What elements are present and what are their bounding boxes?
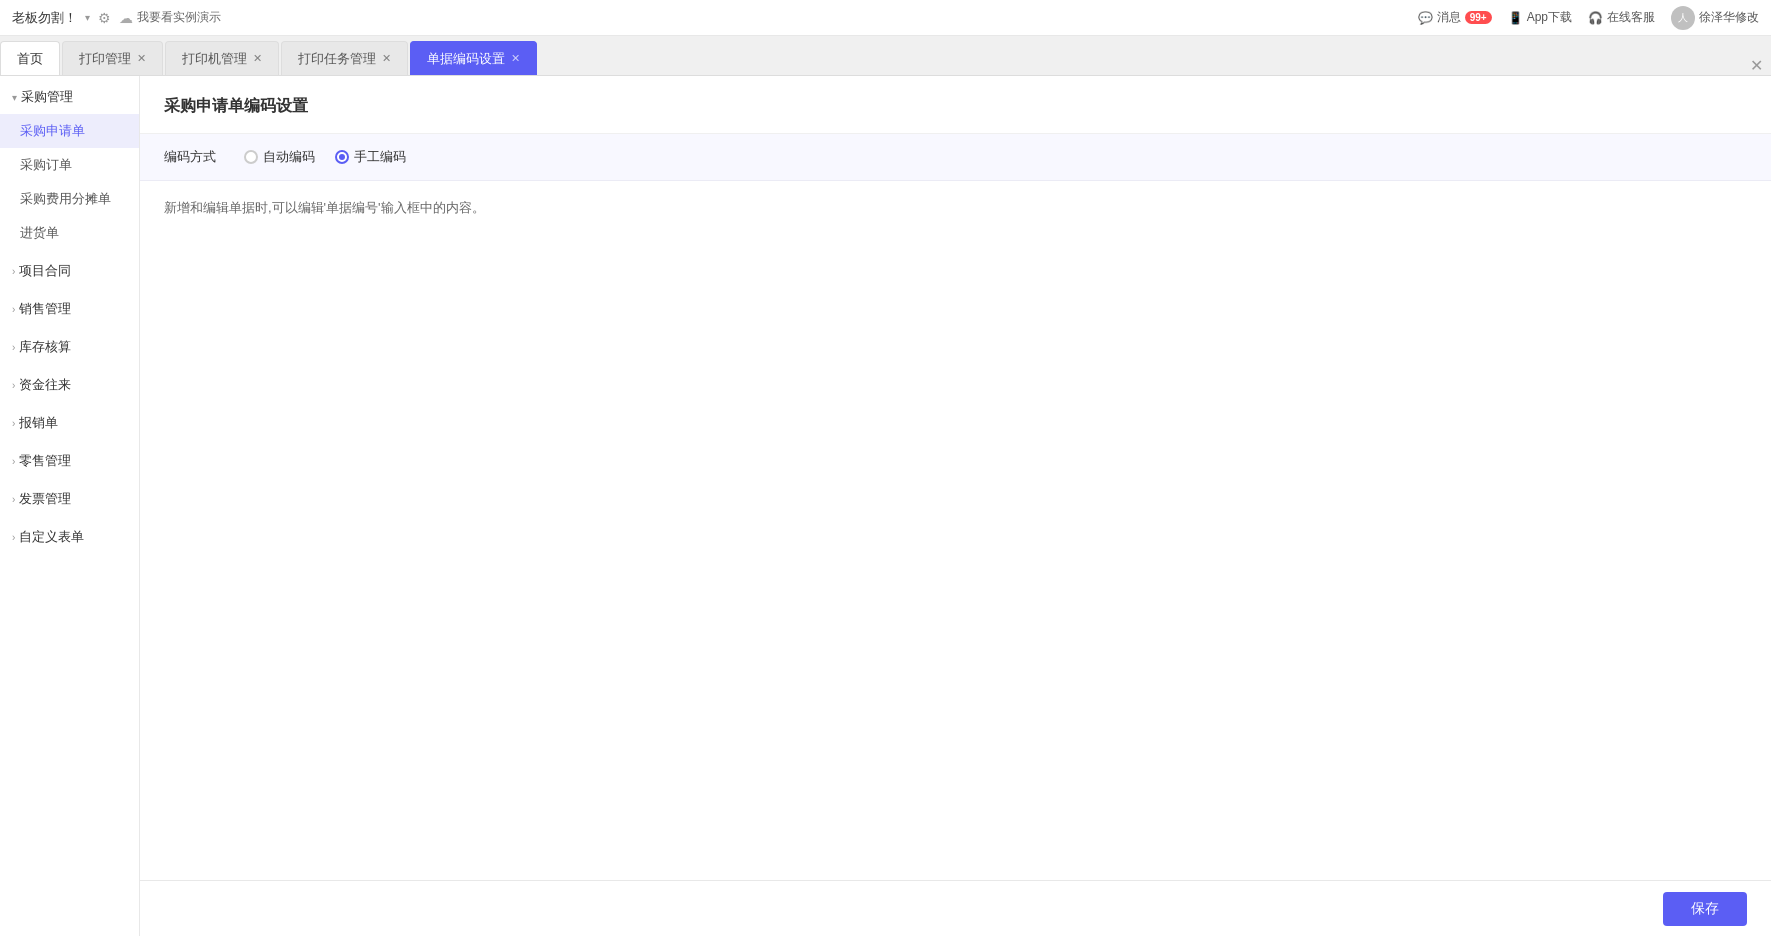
chevron-down-icon[interactable]: ▾ — [85, 12, 90, 23]
radio-group: 自动编码 手工编码 — [244, 148, 406, 166]
radio-auto-circle — [244, 150, 258, 164]
radio-auto-label: 自动编码 — [263, 148, 315, 166]
sidebar-item-purchase-request[interactable]: 采购申请单 — [0, 114, 139, 148]
content-header: 采购申请单编码设置 — [140, 76, 1771, 134]
chevron-icon-invoice: › — [12, 494, 15, 505]
sidebar-section-header-capital[interactable]: › 资金往来 — [0, 368, 139, 402]
chevron-icon-expense: › — [12, 418, 15, 429]
sidebar-section-label-invoice: 发票管理 — [19, 490, 71, 508]
encoding-label: 编码方式 — [164, 148, 224, 166]
chevron-icon-inventory: › — [12, 342, 15, 353]
radio-manual-option[interactable]: 手工编码 — [335, 148, 406, 166]
window-close-button[interactable]: ✕ — [1750, 56, 1763, 75]
sidebar-section-header-inventory[interactable]: › 库存核算 — [0, 330, 139, 364]
chevron-icon-sales: › — [12, 304, 15, 315]
save-button[interactable]: 保存 — [1663, 892, 1747, 926]
message-badge: 99+ — [1465, 11, 1492, 24]
chevron-icon-project: › — [12, 266, 15, 277]
sidebar-section-capital: › 资金往来 — [0, 368, 139, 402]
online-service-label: 在线客服 — [1607, 9, 1655, 26]
app-download-button[interactable]: 📱 App下载 — [1508, 9, 1572, 26]
description-text: 新增和编辑单据时,可以编辑'单据编号'输入框中的内容。 — [164, 199, 1747, 217]
sidebar-section-header-invoice[interactable]: › 发票管理 — [0, 482, 139, 516]
tab-print-task-label: 打印任务管理 — [298, 50, 376, 68]
user-profile[interactable]: 人 徐泽华修改 — [1671, 6, 1759, 30]
top-bar: 老板勿割！ ▾ 我要看实例演示 💬 消息 99+ 📱 App下载 🎧 在线客服 … — [0, 0, 1771, 36]
tab-printer-mgmt[interactable]: 打印机管理 ✕ — [165, 41, 279, 75]
top-bar-left: 老板勿割！ ▾ 我要看实例演示 — [12, 9, 221, 27]
tab-print-task[interactable]: 打印任务管理 ✕ — [281, 41, 408, 75]
sidebar-section-project: › 项目合同 — [0, 254, 139, 288]
chevron-icon: ▾ — [12, 92, 17, 103]
tab-home-label: 首页 — [17, 50, 43, 68]
download-icon: 📱 — [1508, 11, 1523, 25]
sidebar-section-label-capital: 资金往来 — [19, 376, 71, 394]
sidebar-section-label-retail: 零售管理 — [19, 452, 71, 470]
chevron-icon-custom: › — [12, 532, 15, 543]
sidebar-section-label-sales: 销售管理 — [19, 300, 71, 318]
tab-home[interactable]: 首页 — [0, 41, 60, 75]
message-label: 消息 — [1437, 9, 1461, 26]
tab-print-mgmt-close[interactable]: ✕ — [137, 52, 146, 65]
gear-icon[interactable] — [98, 10, 111, 26]
user-name: 徐泽华修改 — [1699, 9, 1759, 26]
tab-printer-mgmt-close[interactable]: ✕ — [253, 52, 262, 65]
tab-single-code-label: 单据编码设置 — [427, 50, 505, 68]
tab-print-mgmt-label: 打印管理 — [79, 50, 131, 68]
sidebar-section-label-custom: 自定义表单 — [19, 528, 84, 546]
chevron-icon-retail: › — [12, 456, 15, 467]
footer-bar: 保存 — [140, 880, 1771, 936]
radio-manual-label: 手工编码 — [354, 148, 406, 166]
tab-printer-mgmt-label: 打印机管理 — [182, 50, 247, 68]
brand-label: 老板勿割！ — [12, 9, 77, 27]
message-button[interactable]: 💬 消息 99+ — [1418, 9, 1492, 26]
chevron-icon-capital: › — [12, 380, 15, 391]
sidebar-section-expense: › 报销单 — [0, 406, 139, 440]
sidebar-item-goods-receipt[interactable]: 进货单 — [0, 216, 139, 250]
cloud-icon — [119, 10, 133, 26]
content-area: 采购申请单编码设置 编码方式 自动编码 手工编码 新增和编辑单据时,可以编辑'单… — [140, 76, 1771, 936]
sidebar-item-purchase-order[interactable]: 采购订单 — [0, 148, 139, 182]
sidebar-section-inventory: › 库存核算 — [0, 330, 139, 364]
sidebar: ▾ 采购管理 采购申请单 采购订单 采购费用分摊单 进货单 › 项目合同 › 销… — [0, 76, 140, 936]
tab-print-task-close[interactable]: ✕ — [382, 52, 391, 65]
app-download-label: App下载 — [1527, 9, 1572, 26]
tab-single-code-close[interactable]: ✕ — [511, 52, 520, 65]
message-icon: 💬 — [1418, 11, 1433, 25]
sidebar-section-label-project: 项目合同 — [19, 262, 71, 280]
sidebar-item-purchase-expense[interactable]: 采购费用分摊单 — [0, 182, 139, 216]
sidebar-section-header-expense[interactable]: › 报销单 — [0, 406, 139, 440]
sidebar-section-label-purchase: 采购管理 — [21, 88, 73, 106]
tab-single-code[interactable]: 单据编码设置 ✕ — [410, 41, 537, 75]
sidebar-section-label-inventory: 库存核算 — [19, 338, 71, 356]
sidebar-section-purchase: ▾ 采购管理 采购申请单 采购订单 采购费用分摊单 进货单 — [0, 80, 139, 250]
radio-manual-circle — [335, 150, 349, 164]
avatar: 人 — [1671, 6, 1695, 30]
page-title: 采购申请单编码设置 — [164, 96, 1747, 117]
demo-text: 我要看实例演示 — [137, 9, 221, 26]
sidebar-section-header-purchase[interactable]: ▾ 采购管理 — [0, 80, 139, 114]
encoding-row: 编码方式 自动编码 手工编码 — [140, 134, 1771, 181]
tab-bar: 首页 打印管理 ✕ 打印机管理 ✕ 打印任务管理 ✕ 单据编码设置 ✕ ✕ — [0, 36, 1771, 76]
top-bar-right: 💬 消息 99+ 📱 App下载 🎧 在线客服 人 徐泽华修改 — [1418, 6, 1759, 30]
sidebar-section-invoice: › 发票管理 — [0, 482, 139, 516]
main-layout: ▾ 采购管理 采购申请单 采购订单 采购费用分摊单 进货单 › 项目合同 › 销… — [0, 76, 1771, 936]
sidebar-section-header-custom[interactable]: › 自定义表单 — [0, 520, 139, 554]
online-service-button[interactable]: 🎧 在线客服 — [1588, 9, 1655, 26]
sidebar-section-label-expense: 报销单 — [19, 414, 58, 432]
description-area: 新增和编辑单据时,可以编辑'单据编号'输入框中的内容。 — [140, 181, 1771, 880]
service-icon: 🎧 — [1588, 11, 1603, 25]
sidebar-section-custom: › 自定义表单 — [0, 520, 139, 554]
sidebar-section-sales: › 销售管理 — [0, 292, 139, 326]
sidebar-section-header-retail[interactable]: › 零售管理 — [0, 444, 139, 478]
demo-link[interactable]: 我要看实例演示 — [119, 9, 221, 26]
sidebar-section-retail: › 零售管理 — [0, 444, 139, 478]
sidebar-section-header-project[interactable]: › 项目合同 — [0, 254, 139, 288]
radio-auto-option[interactable]: 自动编码 — [244, 148, 315, 166]
sidebar-section-header-sales[interactable]: › 销售管理 — [0, 292, 139, 326]
tab-print-mgmt[interactable]: 打印管理 ✕ — [62, 41, 163, 75]
